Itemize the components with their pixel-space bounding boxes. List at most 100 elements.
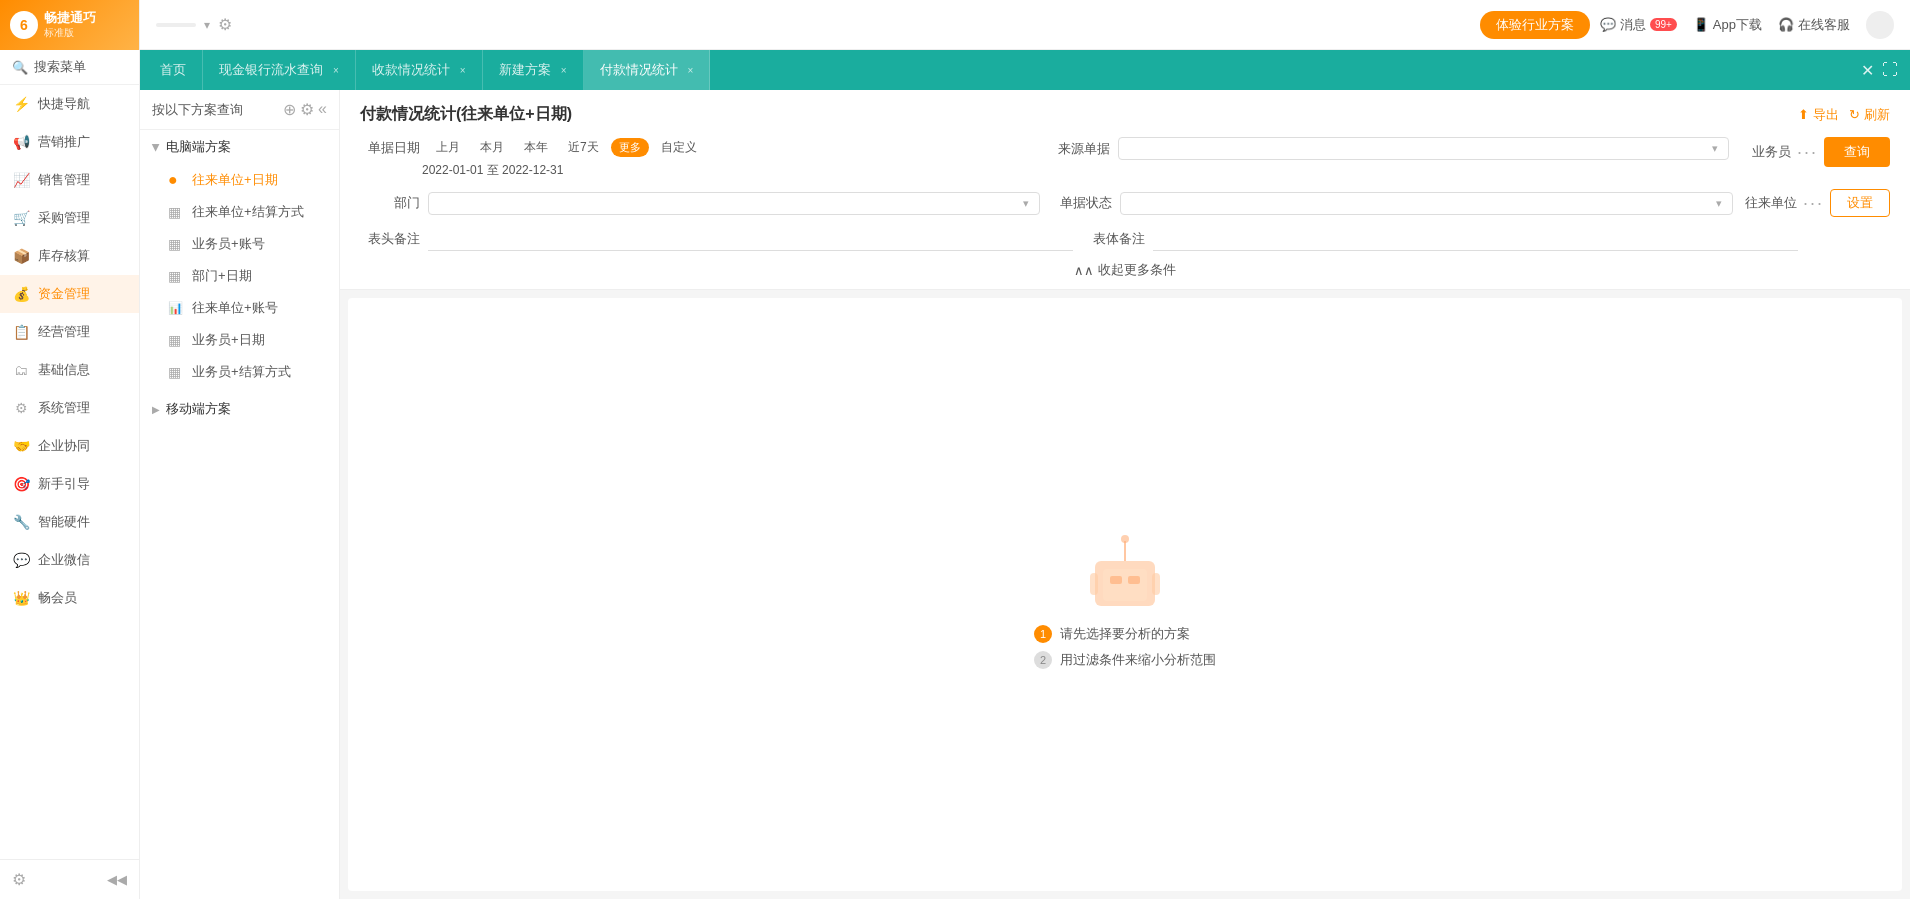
messages-label: 消息 [1620, 16, 1646, 34]
tab-new-scheme-close[interactable]: × [561, 65, 567, 76]
tabbar-actions: ✕ ⛶ [1853, 61, 1906, 80]
empty-step-1: 1 请先选择要分析的方案 [1034, 625, 1216, 643]
source-select[interactable]: ▾ [1118, 137, 1729, 160]
sidebar-item-inventory[interactable]: 📦 库存核算 [0, 237, 139, 275]
tab-receipt-close[interactable]: × [460, 65, 466, 76]
sidebar-item-guide[interactable]: 🎯 新手引导 [0, 465, 139, 503]
note-head-input[interactable] [428, 227, 1073, 251]
date-tab-more[interactable]: 更多 [611, 138, 649, 157]
sidebar-item-operations-icon: 📋 [12, 323, 30, 341]
tab-home[interactable]: 首页 [144, 50, 203, 90]
sidebar-item-funds-label: 资金管理 [38, 285, 90, 303]
dept-select[interactable]: ▾ [428, 192, 1040, 215]
date-tab-this-year[interactable]: 本年 [516, 137, 556, 158]
topbar-dropdown-icon[interactable]: ▾ [204, 18, 210, 32]
right-content: 付款情况统计(往来单位+日期) ⬆ 导出 ↻ 刷新 [340, 90, 1910, 899]
refresh-label: 刷新 [1864, 106, 1890, 124]
sidebar-item-hardware[interactable]: 🔧 智能硬件 [0, 503, 139, 541]
scheme-item-unit-settlement-icon: ▦ [168, 204, 186, 220]
topbar-gear-icon[interactable]: ⚙ [218, 15, 232, 34]
message-icon: 💬 [1600, 17, 1616, 32]
sidebar-item-operations-label: 经营管理 [38, 323, 90, 341]
filter-row-2: 部门 ▾ 单据状态 ▾ [360, 189, 1890, 217]
sidebar-item-sales[interactable]: 📈 销售管理 [0, 161, 139, 199]
app-edition: 标准版 [44, 26, 96, 40]
topbar-left: ▾ ⚙ [156, 15, 1470, 34]
unit-dots-btn[interactable]: ··· [1803, 193, 1824, 214]
query-btn[interactable]: 查询 [1824, 137, 1890, 167]
scheme-item-salesman-settlement-label: 业务员+结算方式 [192, 363, 291, 381]
sidebar-item-purchase[interactable]: 🛒 采购管理 [0, 199, 139, 237]
scheme-item-dept-date[interactable]: ▦ 部门+日期 [140, 260, 339, 292]
refresh-btn[interactable]: ↻ 刷新 [1849, 106, 1890, 124]
status-select[interactable]: ▾ [1120, 192, 1733, 215]
sidebar-item-cooperation-icon: 🤝 [12, 437, 30, 455]
scheme-item-unit-settlement[interactable]: ▦ 往来单位+结算方式 [140, 196, 339, 228]
scheme-add-btn[interactable]: ⊕ [283, 100, 296, 119]
date-tab-this-month[interactable]: 本月 [472, 137, 512, 158]
settings-btn[interactable]: 设置 [1830, 189, 1890, 217]
trial-btn[interactable]: 体验行业方案 [1480, 11, 1590, 39]
tab-payment[interactable]: 付款情况统计 × [584, 50, 711, 90]
search-menu[interactable]: 🔍 搜索菜单 [0, 50, 139, 85]
filter-row-1: 单据日期 上月 本月 本年 近7天 更多 自定义 2022-01-0 [360, 137, 1890, 179]
scheme-category-desktop[interactable]: ▶ 电脑端方案 [140, 130, 339, 164]
note-body-input[interactable] [1153, 227, 1798, 251]
app-download-btn[interactable]: 📱 App下载 [1693, 16, 1762, 34]
topbar-username [156, 23, 196, 27]
sidebar-item-wechat[interactable]: 💬 企业微信 [0, 541, 139, 579]
status-label: 单据状态 [1052, 194, 1112, 212]
sidebar-item-marketing[interactable]: 📢 营销推广 [0, 123, 139, 161]
sidebar-item-operations[interactable]: 📋 经营管理 [0, 313, 139, 351]
date-tab-7days[interactable]: 近7天 [560, 137, 607, 158]
date-tab-custom[interactable]: 自定义 [653, 137, 705, 158]
page-title: 付款情况统计(往来单位+日期) [360, 104, 572, 125]
sidebar-item-funds[interactable]: 💰 资金管理 [0, 275, 139, 313]
scheme-item-dept-date-label: 部门+日期 [192, 267, 252, 285]
scheme-item-salesman-account[interactable]: ▦ 业务员+账号 [140, 228, 339, 260]
sidebar-item-guide-label: 新手引导 [38, 475, 90, 493]
collapse-icon: ∧∧ [1074, 263, 1094, 278]
scheme-collapse-btn[interactable]: « [318, 100, 327, 119]
date-range-display: 2022-01-01 至 2022-12-31 [360, 162, 563, 179]
sidebar-settings-icon[interactable]: ⚙ [12, 870, 26, 889]
scheme-list: ▶ 电脑端方案 ● 往来单位+日期 ▦ 往来单位+结算方式 ▦ 业务员+账号 [140, 130, 339, 426]
scheme-item-unit-date[interactable]: ● 往来单位+日期 [140, 164, 339, 196]
tab-new-scheme[interactable]: 新建方案 × [483, 50, 584, 90]
date-tab-last-month[interactable]: 上月 [428, 137, 468, 158]
filter-dept-col: 部门 ▾ [360, 192, 1040, 215]
scheme-category-mobile[interactable]: ▶ 移动端方案 [140, 392, 339, 426]
user-avatar[interactable] [1866, 11, 1894, 39]
tab-bank[interactable]: 现金银行流水查询 × [203, 50, 356, 90]
tabbar: 首页 现金银行流水查询 × 收款情况统计 × 新建方案 × 付款情况统计 × ✕… [140, 50, 1910, 90]
scheme-item-salesman-settlement[interactable]: ▦ 业务员+结算方式 [140, 356, 339, 388]
tab-receipt[interactable]: 收款情况统计 × [356, 50, 483, 90]
sidebar-item-quick-nav[interactable]: ⚡ 快捷导航 [0, 85, 139, 123]
sidebar-item-marketing-label: 营销推广 [38, 133, 90, 151]
tab-bank-close[interactable]: × [333, 65, 339, 76]
category-mobile-arrow: ▶ [152, 404, 160, 415]
scheme-item-salesman-settlement-icon: ▦ [168, 364, 186, 380]
search-icon: 🔍 [12, 60, 28, 75]
scheme-item-unit-account[interactable]: 📊 往来单位+账号 [140, 292, 339, 324]
sidebar-item-member[interactable]: 👑 畅会员 [0, 579, 139, 617]
messages-btn[interactable]: 💬 消息 99+ [1600, 16, 1677, 34]
scheme-item-salesman-date[interactable]: ▦ 业务员+日期 [140, 324, 339, 356]
online-service-btn[interactable]: 🎧 在线客服 [1778, 16, 1850, 34]
sidebar-item-cooperation[interactable]: 🤝 企业协同 [0, 427, 139, 465]
filter-note-body-col: 表体备注 [1085, 227, 1798, 251]
tab-close-all-btn[interactable]: ✕ [1861, 61, 1874, 80]
sidebar-item-guide-icon: 🎯 [12, 475, 30, 493]
salesman-dots-btn[interactable]: ··· [1797, 142, 1818, 163]
sidebar-item-basic-info[interactable]: 🗂 基础信息 [0, 351, 139, 389]
unit-label: 往来单位 [1745, 194, 1797, 212]
download-label: App下载 [1713, 16, 1762, 34]
tab-expand-btn[interactable]: ⛶ [1882, 61, 1898, 80]
sidebar-item-system[interactable]: ⚙ 系统管理 [0, 389, 139, 427]
tab-payment-close[interactable]: × [688, 65, 694, 76]
svg-rect-7 [1152, 573, 1160, 595]
export-btn[interactable]: ⬆ 导出 [1798, 106, 1839, 124]
collapse-more-btn[interactable]: ∧∧ 收起更多条件 [1074, 261, 1176, 279]
sidebar-collapse-icon[interactable]: ◀◀ [107, 872, 127, 887]
scheme-settings-btn[interactable]: ⚙ [300, 100, 314, 119]
